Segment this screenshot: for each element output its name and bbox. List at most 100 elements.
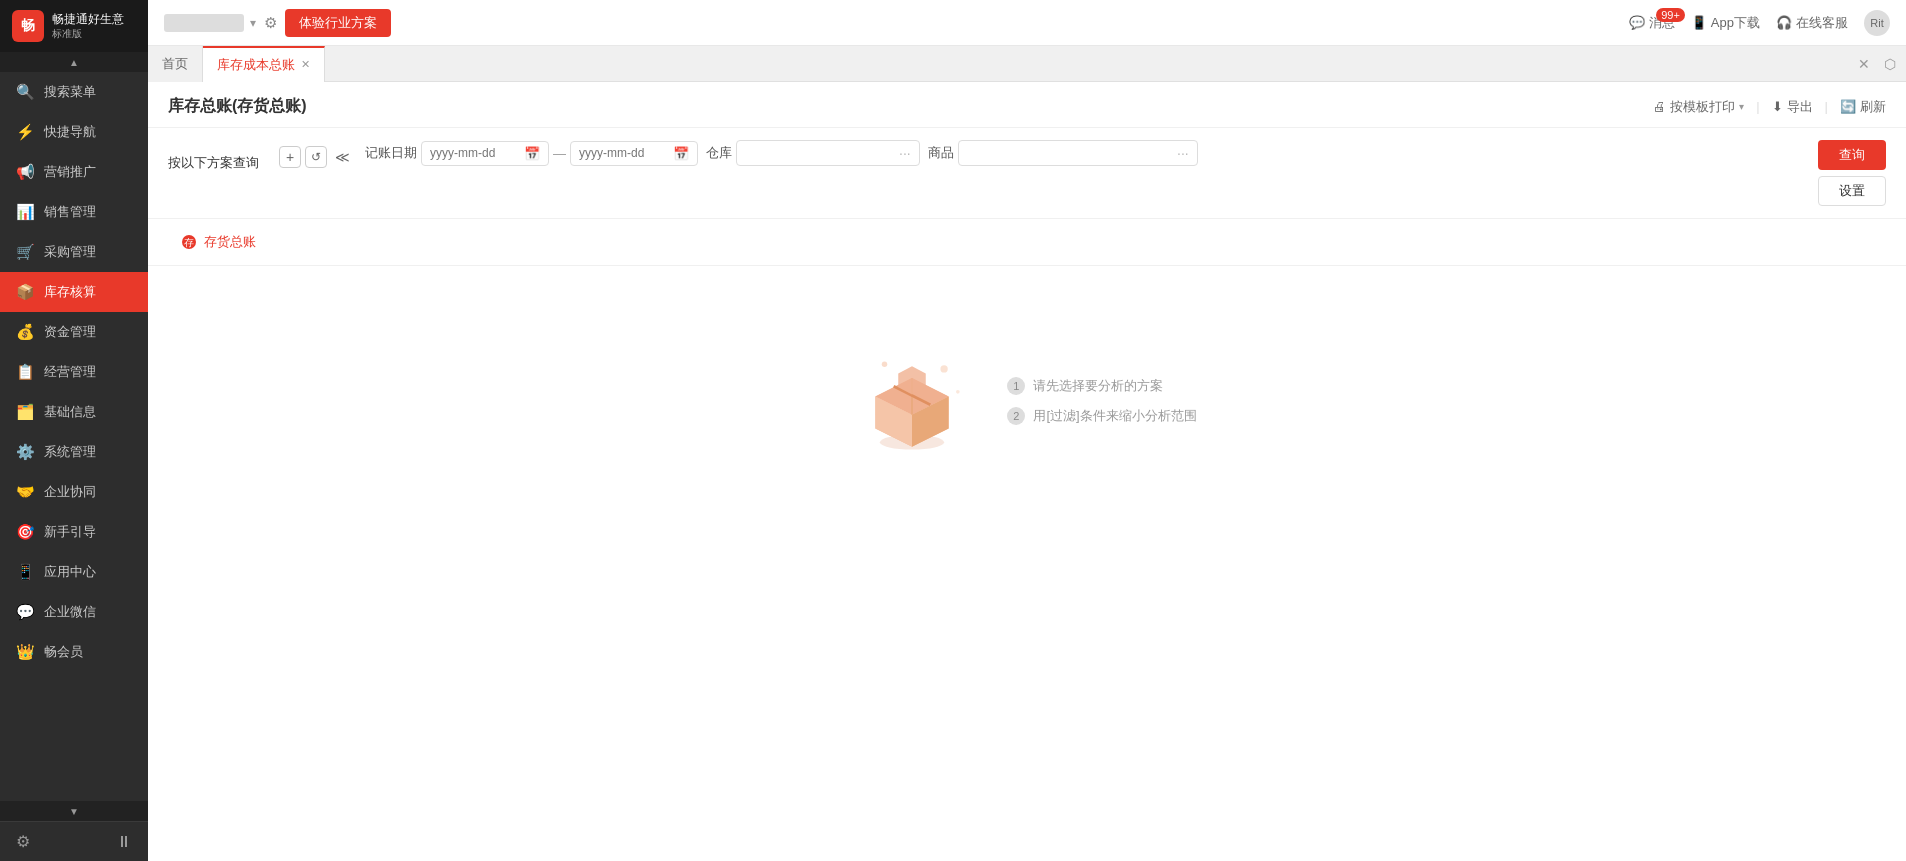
- filter-action-buttons: 查询 设置: [1818, 140, 1886, 206]
- phone-icon: 📱: [16, 563, 34, 581]
- scroll-down-arrow[interactable]: ▼: [0, 801, 148, 821]
- chat-icon: 💬: [16, 603, 34, 621]
- empty-visual: 1 请先选择要分析的方案 2 用[过滤]条件来缩小分析范围: [857, 346, 1196, 456]
- home-tab-label: 首页: [162, 55, 188, 73]
- sidebar-item-search[interactable]: 🔍 搜索菜单: [0, 72, 148, 112]
- empty-tip-1: 1 请先选择要分析的方案: [1007, 377, 1196, 395]
- scheme-item-inventory[interactable]: 存 存货总账: [168, 227, 268, 257]
- filter-reset-button[interactable]: ↺: [305, 146, 327, 168]
- refresh-icon: 🔄: [1840, 99, 1856, 114]
- date-from-input[interactable]: [430, 146, 520, 160]
- sidebar-item-member[interactable]: 👑 畅会员: [0, 632, 148, 672]
- tip-2-text: 用[过滤]条件来缩小分析范围: [1033, 407, 1196, 425]
- export-button[interactable]: ⬇ 导出: [1772, 98, 1813, 116]
- sidebar-item-shortcut[interactable]: ⚡ 快捷导航: [0, 112, 148, 152]
- sidebar-item-sales[interactable]: 📊 销售管理: [0, 192, 148, 232]
- online-service-button[interactable]: 🎧 在线客服: [1776, 14, 1848, 32]
- tab-inventory-label: 库存成本总账: [217, 56, 295, 74]
- page-title: 库存总账(存货总账): [168, 96, 307, 117]
- date-to-wrap: 📅: [570, 141, 698, 166]
- print-chevron-icon: ▾: [1739, 101, 1744, 112]
- gear-icon: ⚙️: [16, 443, 34, 461]
- sidebar-item-basic[interactable]: 🗂️ 基础信息: [0, 392, 148, 432]
- date-from-wrap: 📅: [421, 141, 549, 166]
- sidebar-item-finance[interactable]: 💰 资金管理: [0, 312, 148, 352]
- calendar-from-icon[interactable]: 📅: [524, 146, 540, 161]
- search-icon: 🔍: [16, 83, 34, 101]
- tab-close-icon[interactable]: ✕: [301, 58, 310, 71]
- cart-icon: 🛒: [16, 243, 34, 261]
- industry-solution-button[interactable]: 体验行业方案: [285, 9, 391, 37]
- message-icon: 💬: [1629, 15, 1645, 30]
- logo-icon: 畅: [12, 10, 44, 42]
- scheme-label: 存货总账: [204, 233, 256, 251]
- topbar-gear-button[interactable]: ⚙: [264, 14, 277, 32]
- warehouse-filter-label: 仓库: [706, 144, 732, 162]
- topbar-right: 💬 消息 99+ 📱 App下载 🎧 在线客服 Rit: [1629, 10, 1890, 36]
- topbar-gear-icon: ⚙: [264, 14, 277, 31]
- message-button[interactable]: 💬 消息 99+: [1629, 14, 1675, 32]
- settings-footer-button[interactable]: ⚙: [16, 832, 30, 851]
- calendar-to-icon[interactable]: 📅: [673, 146, 689, 161]
- scroll-up-arrow[interactable]: ▲: [0, 52, 148, 72]
- sidebar-item-newuser[interactable]: 🎯 新手引导: [0, 512, 148, 552]
- lightning-icon: ⚡: [16, 123, 34, 141]
- settings-footer-icon: ⚙: [16, 833, 30, 850]
- product-select-wrap: ···: [958, 140, 1198, 166]
- user-button[interactable]: Rit: [1864, 10, 1890, 36]
- money-icon: 💰: [16, 323, 34, 341]
- tab-home[interactable]: 首页: [148, 46, 203, 82]
- print-button[interactable]: 🖨 按模板打印 ▾: [1653, 98, 1744, 116]
- export-icon: ⬇: [1772, 99, 1783, 114]
- sidebar-item-operation[interactable]: 📋 经营管理: [0, 352, 148, 392]
- filter-collapse-button[interactable]: ≪: [331, 146, 353, 168]
- product-more-icon[interactable]: ···: [1177, 145, 1189, 161]
- sidebar-item-system[interactable]: ⚙️ 系统管理: [0, 432, 148, 472]
- phone-download-icon: 📱: [1691, 15, 1707, 30]
- box-icon: 📦: [16, 283, 34, 301]
- product-input[interactable]: [967, 146, 1173, 160]
- sidebar-nav: 🔍 搜索菜单 ⚡ 快捷导航 📢 营销推广 📊 销售管理 🛒 采购管理 📦 库存核…: [0, 72, 148, 801]
- clipboard-icon: 📋: [16, 363, 34, 381]
- empty-illustration: [857, 346, 967, 456]
- tip-2-number: 2: [1007, 407, 1025, 425]
- topbar-breadcrumb: ▾: [164, 14, 256, 32]
- filter-row-1: 记账日期 📅 — 📅 仓库: [365, 140, 1808, 166]
- settings-button[interactable]: 设置: [1818, 176, 1886, 206]
- warehouse-more-icon[interactable]: ···: [899, 145, 911, 161]
- svg-point-4: [941, 365, 948, 372]
- sidebar-item-enterprise[interactable]: 🤝 企业协同: [0, 472, 148, 512]
- sidebar-item-inventory[interactable]: 📦 库存核算: [0, 272, 148, 312]
- warehouse-input[interactable]: [745, 146, 895, 160]
- app-download-button[interactable]: 📱 App下载: [1691, 14, 1760, 32]
- topbar-left: ▾ ⚙ 体验行业方案: [164, 9, 1629, 37]
- scheme-area: 存 存货总账: [148, 219, 1906, 266]
- megaphone-icon: 📢: [16, 163, 34, 181]
- warehouse-select-wrap: ···: [736, 140, 920, 166]
- tip-1-text: 请先选择要分析的方案: [1033, 377, 1163, 395]
- svg-text:存: 存: [184, 237, 194, 248]
- tab-inventory-ledger[interactable]: 库存成本总账 ✕: [203, 46, 325, 82]
- date-to-input[interactable]: [579, 146, 669, 160]
- chevron-down-icon: ▾: [250, 16, 256, 30]
- tab-panel-close-button[interactable]: ✕: [1852, 56, 1876, 72]
- filter-add-button[interactable]: +: [279, 146, 301, 168]
- sidebar-item-purchase[interactable]: 🛒 采购管理: [0, 232, 148, 272]
- folder-icon: 🗂️: [16, 403, 34, 421]
- toggle-button[interactable]: ⏸: [116, 833, 132, 851]
- empty-state: 1 请先选择要分析的方案 2 用[过滤]条件来缩小分析范围: [148, 266, 1906, 516]
- user-avatar: Rit: [1864, 10, 1890, 36]
- sidebar: 畅 畅捷通好生意 标准版 ▲ 🔍 搜索菜单 ⚡ 快捷导航 📢 营销推广 📊 销售…: [0, 0, 148, 861]
- target-icon: 🎯: [16, 523, 34, 541]
- search-button[interactable]: 查询: [1818, 140, 1886, 170]
- refresh-button[interactable]: 🔄 刷新: [1840, 98, 1886, 116]
- sidebar-item-wechat[interactable]: 💬 企业微信: [0, 592, 148, 632]
- tab-panel-expand-button[interactable]: ⬡: [1878, 56, 1902, 72]
- topbar: ▾ ⚙ 体验行业方案 💬 消息 99+ 📱 App下载 🎧 在线客服: [148, 0, 1906, 46]
- sidebar-item-apps[interactable]: 📱 应用中心: [0, 552, 148, 592]
- sidebar-logo: 畅 畅捷通好生意 标准版: [0, 0, 148, 52]
- crown-icon: 👑: [16, 643, 34, 661]
- filter-area: 按以下方案查询 + ↺ ≪ 记账日期 📅 —: [148, 128, 1906, 219]
- handshake-icon: 🤝: [16, 483, 34, 501]
- sidebar-item-marketing[interactable]: 📢 营销推广: [0, 152, 148, 192]
